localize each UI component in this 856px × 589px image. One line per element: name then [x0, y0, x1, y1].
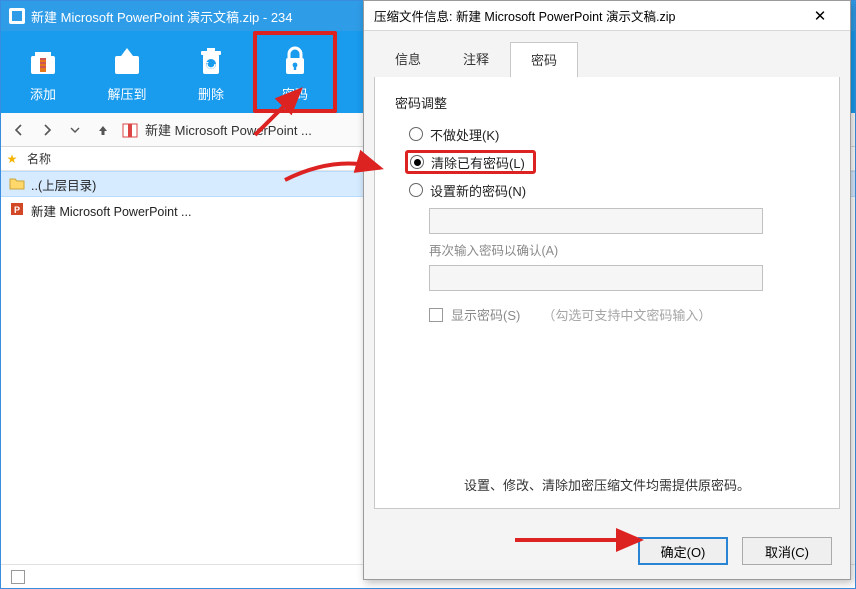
- radio-icon: [409, 127, 423, 141]
- radio-set-password-label: 设置新的密码(N): [430, 181, 526, 200]
- tab-info[interactable]: 信息: [374, 41, 442, 77]
- radio-set-password[interactable]: 设置新的密码(N): [409, 178, 819, 202]
- delete-button[interactable]: 删除: [169, 31, 253, 113]
- dialog-footer-note: 设置、修改、清除加密压缩文件均需提供原密码。: [375, 475, 839, 494]
- folder-up-icon: [7, 176, 27, 193]
- extract-button[interactable]: 解压到: [85, 31, 169, 113]
- lock-icon: [275, 42, 315, 78]
- tab-comment[interactable]: 注释: [442, 41, 510, 77]
- dialog-title-text: 压缩文件信息: 新建 Microsoft PowerPoint 演示文稿.zip: [374, 6, 675, 25]
- extract-icon: [107, 42, 147, 78]
- zip-file-icon: [121, 121, 139, 139]
- breadcrumb-text: 新建 Microsoft PowerPoint ...: [145, 120, 312, 139]
- tab-password-panel: 密码调整 不做处理(K) 清除已有密码(L) 设置新的密码(N) 再次输入密码以…: [374, 77, 840, 509]
- dialog-buttons: 确定(O) 取消(C): [638, 537, 832, 565]
- dialog-tabs: 信息 注释 密码: [364, 31, 850, 77]
- password-confirm-input: [429, 265, 763, 291]
- radio-no-change-label: 不做处理(K): [430, 125, 499, 144]
- radio-icon: [410, 155, 424, 169]
- password-input: [429, 208, 763, 234]
- svg-text:P: P: [14, 205, 20, 215]
- dialog-titlebar: 压缩文件信息: 新建 Microsoft PowerPoint 演示文稿.zip…: [364, 1, 850, 31]
- breadcrumb[interactable]: 新建 Microsoft PowerPoint ...: [121, 120, 312, 139]
- radio-clear-password-label: 清除已有密码(L): [431, 153, 525, 172]
- archive-info-dialog: 压缩文件信息: 新建 Microsoft PowerPoint 演示文稿.zip…: [363, 0, 851, 580]
- add-button[interactable]: 添加: [1, 31, 85, 113]
- show-password-note: （勾选可支持中文密码输入）: [542, 305, 711, 324]
- ok-button[interactable]: 确定(O): [638, 537, 728, 565]
- app-icon: [9, 8, 25, 24]
- nav-forward-icon[interactable]: [37, 120, 57, 140]
- tab-password[interactable]: 密码: [510, 42, 578, 78]
- checkbox-icon: [429, 308, 443, 322]
- nav-back-icon[interactable]: [9, 120, 29, 140]
- add-icon: [23, 42, 63, 78]
- close-button[interactable]: ✕: [800, 7, 840, 25]
- password-group-label: 密码调整: [395, 93, 819, 112]
- password-label: 密码: [282, 84, 308, 103]
- delete-label: 删除: [198, 84, 224, 103]
- show-password-label: 显示密码(S): [451, 305, 520, 324]
- status-indicator-icon: [11, 570, 25, 584]
- nav-dropdown-icon[interactable]: [65, 120, 85, 140]
- cancel-button[interactable]: 取消(C): [742, 537, 832, 565]
- star-icon[interactable]: ★: [1, 152, 23, 166]
- add-label: 添加: [30, 84, 56, 103]
- nav-up-icon[interactable]: [93, 120, 113, 140]
- extract-label: 解压到: [107, 84, 146, 103]
- main-title-text: 新建 Microsoft PowerPoint 演示文稿.zip - 234: [31, 7, 293, 26]
- password-confirm-hint: 再次输入密码以确认(A): [429, 240, 819, 259]
- trash-icon: [191, 42, 231, 78]
- radio-no-change[interactable]: 不做处理(K): [409, 122, 819, 146]
- radio-icon: [409, 183, 423, 197]
- pptx-icon: P: [7, 201, 27, 220]
- password-button[interactable]: 密码: [253, 31, 337, 113]
- radio-clear-password[interactable]: 清除已有密码(L): [405, 150, 536, 174]
- show-password-checkbox[interactable]: 显示密码(S) （勾选可支持中文密码输入）: [429, 305, 819, 324]
